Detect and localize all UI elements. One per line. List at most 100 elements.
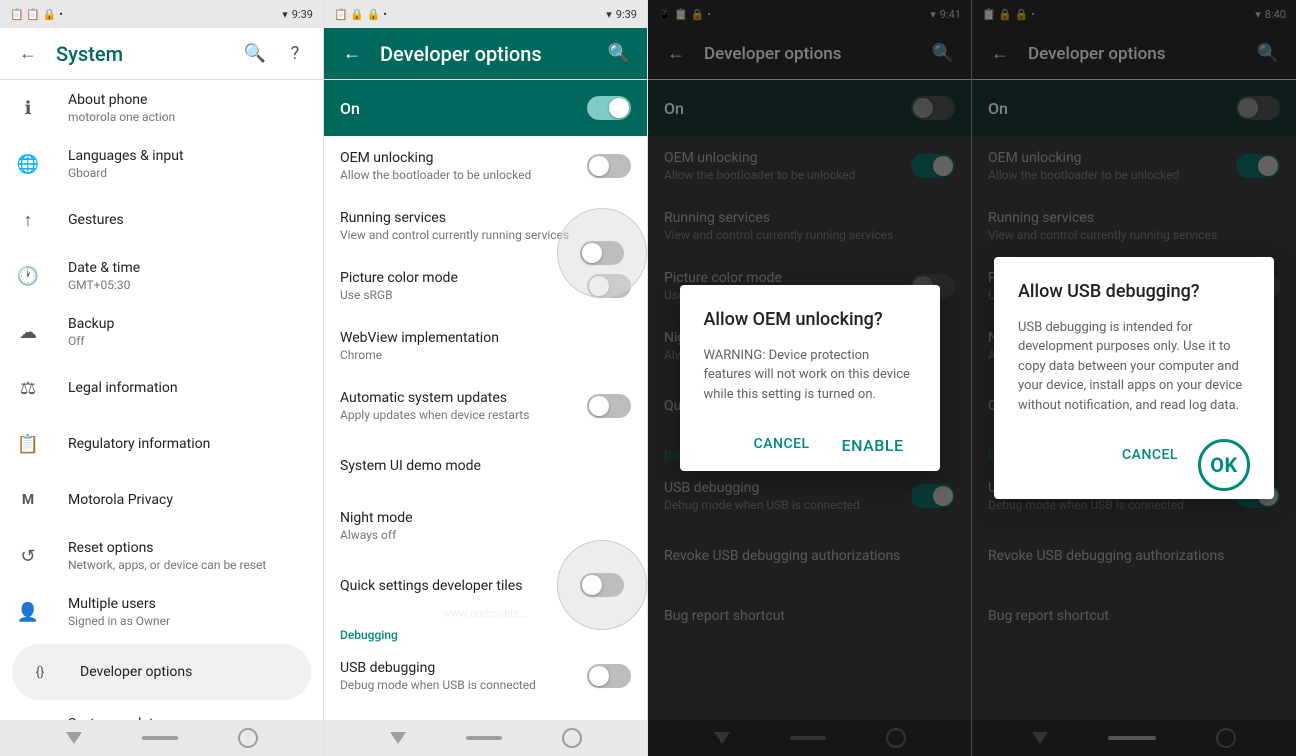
sidebar-item-developer[interactable]: {} Developer options bbox=[12, 644, 311, 700]
sidebar-item-users[interactable]: 👤 Multiple users Signed in as Owner bbox=[0, 584, 323, 640]
oem-enable-button[interactable]: Enable bbox=[830, 428, 916, 463]
gestures-icon: ↑ bbox=[16, 208, 40, 232]
search-button-left[interactable]: 🔍 bbox=[243, 42, 267, 66]
sidebar-item-languages[interactable]: 🌐 Languages & input Gboard bbox=[0, 136, 323, 192]
languages-label: Languages & input bbox=[68, 148, 307, 164]
settings-revoke-mid[interactable]: Revoke USB debugging authorizations bbox=[324, 706, 647, 720]
developer-panel-right1: 📱 📋 🔒 • ▾ 9:41 ← Developer options 🔍 On … bbox=[648, 0, 972, 756]
nav-bar-left bbox=[0, 720, 323, 756]
developer-panel-right2: 📋 🔒 🔒 • ▾ 8:40 ← Developer options 🔍 On … bbox=[972, 0, 1296, 756]
home-nav-mid[interactable] bbox=[466, 736, 502, 740]
usb-debug-toggle-mid[interactable] bbox=[587, 664, 631, 688]
app-bar-left: ← System 🔍 ? bbox=[0, 28, 323, 80]
usb-dialog-body: USB debugging is intended for developmen… bbox=[1018, 318, 1250, 416]
usb-debug-label-mid: USB debugging bbox=[340, 660, 587, 676]
back-button-mid[interactable]: ← bbox=[340, 42, 364, 66]
settings-webview-mid[interactable]: WebView implementation Chrome bbox=[324, 316, 647, 376]
on-toggle-mid[interactable] bbox=[587, 96, 631, 120]
settings-running-services-mid[interactable]: Running services View and control curren… bbox=[324, 196, 647, 256]
sidebar-item-motorola-privacy[interactable]: M Motorola Privacy bbox=[0, 472, 323, 528]
sidebar-item-gestures[interactable]: ↑ Gestures bbox=[0, 192, 323, 248]
settings-ui-demo-mid[interactable]: System UI demo mode bbox=[324, 436, 647, 496]
users-label: Multiple users bbox=[68, 596, 307, 612]
webview-label-mid: WebView implementation bbox=[340, 330, 631, 346]
usb-dialog-actions: Cancel OK bbox=[1018, 431, 1250, 491]
settings-oem-unlocking-mid[interactable]: OEM unlocking Allow the bootloader to be… bbox=[324, 136, 647, 196]
mid-notif-icons: 📋 🔒 🔒 • bbox=[334, 8, 387, 21]
backup-label: Backup bbox=[68, 316, 307, 332]
users-icon: 👤 bbox=[16, 600, 40, 624]
settings-qs-tiles-mid[interactable]: Quick settings developer tiles bbox=[324, 556, 647, 616]
back-nav-left[interactable] bbox=[66, 732, 82, 744]
picture-label-mid: Picture color mode bbox=[340, 270, 587, 286]
right-status-icons-left: ▾ 9:39 bbox=[282, 8, 313, 21]
usb-cancel-button[interactable]: Cancel bbox=[1110, 439, 1190, 491]
status-bar-mid: 📋 🔒 🔒 • ▾ 9:39 bbox=[324, 0, 647, 28]
settings-list-mid: OEM unlocking Allow the bootloader to be… bbox=[324, 136, 647, 720]
settings-picture-color-mid[interactable]: Picture color mode Use sRGB bbox=[324, 256, 647, 316]
oem-dialog-overlay: Allow OEM unlocking? WARNING: Device pro… bbox=[648, 0, 971, 756]
usb-ok-button[interactable]: OK bbox=[1198, 439, 1250, 491]
auto-updates-toggle-mid[interactable] bbox=[587, 394, 631, 418]
home-nav-left[interactable] bbox=[142, 736, 178, 740]
regulatory-icon: 📋 bbox=[16, 432, 40, 456]
oem-dialog-actions: Cancel Enable bbox=[704, 420, 916, 463]
on-header-mid: On bbox=[324, 80, 647, 136]
mid-wifi-icon: ▾ bbox=[606, 8, 612, 21]
usb-dialog-overlay: Allow USB debugging? USB debugging is in… bbox=[972, 0, 1296, 756]
developer-panel-mid: 📋 🔒 🔒 • ▾ 9:39 ← Developer options 🔍 On … bbox=[324, 0, 648, 756]
notification-icons: 📋 📋 🔒 • bbox=[10, 8, 63, 21]
time-left: 9:39 bbox=[292, 8, 313, 21]
languages-icon: 🌐 bbox=[16, 152, 40, 176]
reset-icon: ↺ bbox=[16, 544, 40, 568]
oem-toggle-mid[interactable] bbox=[587, 154, 631, 178]
sidebar-item-regulatory[interactable]: 📋 Regulatory information bbox=[0, 416, 323, 472]
help-button-left[interactable]: ? bbox=[283, 42, 307, 66]
picture-sublabel-mid: Use sRGB bbox=[340, 288, 587, 302]
recents-nav-mid[interactable] bbox=[562, 728, 582, 748]
backup-icon: ☁ bbox=[16, 320, 40, 344]
about-label: About phone bbox=[68, 92, 307, 108]
developer-title-mid: Developer options bbox=[380, 42, 591, 66]
on-label-mid: On bbox=[340, 99, 587, 118]
webview-sublabel-mid: Chrome bbox=[340, 348, 631, 362]
running-label-mid: Running services bbox=[340, 210, 631, 226]
reset-label: Reset options bbox=[68, 540, 307, 556]
oem-dialog-body: WARNING: Device protection features will… bbox=[704, 346, 916, 405]
back-nav-mid[interactable] bbox=[390, 732, 406, 744]
system-panel: 📋 📋 🔒 • ▾ 9:39 ← System 🔍 ? ℹ About phon… bbox=[0, 0, 324, 756]
motorola-privacy-label: Motorola Privacy bbox=[68, 492, 307, 508]
sidebar-item-reset[interactable]: ↺ Reset options Network, apps, or device… bbox=[0, 528, 323, 584]
legal-icon: ⚖ bbox=[16, 376, 40, 400]
mid-status-icons-right: ▾ 9:39 bbox=[606, 8, 637, 21]
usb-dialog: Allow USB debugging? USB debugging is in… bbox=[994, 257, 1274, 500]
system-title: System bbox=[56, 42, 227, 66]
app-bar-mid: ← Developer options 🔍 bbox=[324, 28, 647, 80]
sidebar-item-datetime[interactable]: 🕐 Date & time GMT+05:30 bbox=[0, 248, 323, 304]
settings-usb-debug-mid[interactable]: USB debugging Debug mode when USB is con… bbox=[324, 646, 647, 706]
settings-night-mode-mid[interactable]: Night mode Always off bbox=[324, 496, 647, 556]
sidebar-item-about[interactable]: ℹ About phone motorola one action bbox=[0, 80, 323, 136]
auto-updates-label-mid: Automatic system updates bbox=[340, 390, 587, 406]
sidebar-item-legal[interactable]: ⚖ Legal information bbox=[0, 360, 323, 416]
picture-toggle-mid[interactable] bbox=[587, 274, 631, 298]
datetime-label: Date & time bbox=[68, 260, 307, 276]
back-button-left[interactable]: ← bbox=[16, 42, 40, 66]
oem-label-mid: OEM unlocking bbox=[340, 150, 587, 166]
search-button-mid[interactable]: 🔍 bbox=[607, 42, 631, 66]
recents-nav-left[interactable] bbox=[238, 728, 258, 748]
motorola-privacy-icon: M bbox=[16, 488, 40, 512]
datetime-sublabel: GMT+05:30 bbox=[68, 278, 307, 292]
reset-sublabel: Network, apps, or device can be reset bbox=[68, 558, 307, 572]
sidebar-item-updates[interactable]: 📱 System updates Updated to Android 9 bbox=[0, 704, 323, 720]
about-sublabel: motorola one action bbox=[68, 110, 307, 124]
oem-cancel-button[interactable]: Cancel bbox=[742, 428, 822, 463]
time-mid: 9:39 bbox=[616, 8, 637, 21]
settings-auto-updates-mid[interactable]: Automatic system updates Apply updates w… bbox=[324, 376, 647, 436]
legal-label: Legal information bbox=[68, 380, 307, 396]
sidebar-item-backup[interactable]: ☁ Backup Off bbox=[0, 304, 323, 360]
users-sublabel: Signed in as Owner bbox=[68, 614, 307, 628]
usb-dialog-title: Allow USB debugging? bbox=[1018, 281, 1250, 302]
regulatory-label: Regulatory information bbox=[68, 436, 307, 452]
debugging-header-mid: Debugging bbox=[324, 616, 647, 646]
